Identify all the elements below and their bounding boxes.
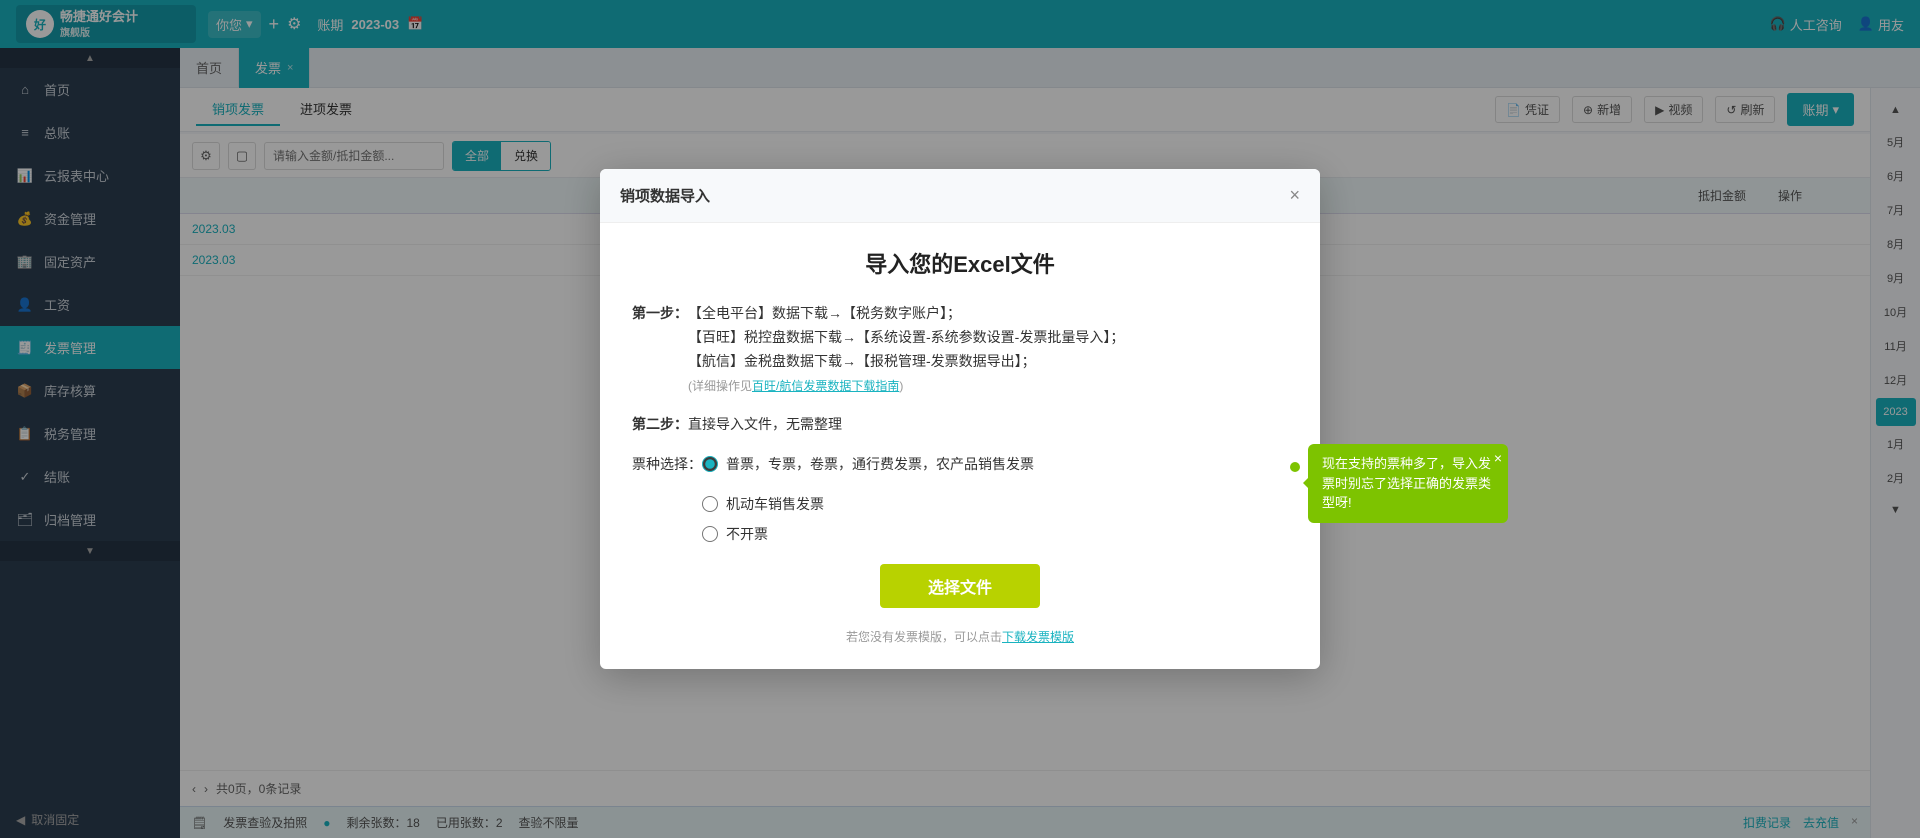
dialog-close-button[interactable]: ×: [1289, 185, 1300, 206]
modal-overlay: 销项数据导入 × 导入您的Excel文件 第一步： 【全电平台】数据下载→【税务…: [0, 0, 1920, 838]
ticket-label: 票种选择：: [632, 454, 702, 474]
step1-label: 第一步：: [632, 303, 688, 371]
radio-normal[interactable]: [702, 456, 718, 472]
radio-row-normal: 普票，专票，卷票，通行费发票，农产品销售发票: [702, 454, 1288, 474]
step1-lines: 【全电平台】数据下载→【税务数字账户】； 【百旺】税控盘数据下载→【系统设置-系…: [688, 303, 1124, 371]
step1-note-suffix: ): [899, 379, 903, 393]
dialog-main-title: 导入您的Excel文件: [632, 247, 1288, 279]
tooltip-bubble: × 现在支持的票种多了，导入发票时别忘了选择正确的发票类型呀!: [1308, 444, 1508, 523]
ticket-first-option-container: 普票，专票，卷票，通行费发票，农产品销售发票 × 现在支持的票种多了，导入发票时…: [702, 454, 1288, 484]
tooltip-dot: [1290, 462, 1300, 472]
step1-link[interactable]: 百旺/航信发票数据下载指南: [752, 379, 899, 393]
dialog-title: 销项数据导入: [620, 185, 710, 206]
select-file-button[interactable]: 选择文件: [880, 564, 1040, 608]
tooltip-close-btn[interactable]: ×: [1494, 448, 1502, 469]
ticket-label-row: 票种选择： 普票，专票，卷票，通行费发票，农产品销售发票 × 现在支持的票种多了…: [632, 454, 1288, 484]
radio-motor[interactable]: [702, 496, 718, 512]
tooltip-text: 现在支持的票种多了，导入发票时别忘了选择正确的发票类型呀!: [1322, 456, 1491, 510]
step1-note: (详细操作见百旺/航信发票数据下载指南): [632, 377, 1288, 394]
download-note-prefix: 若您没有发票模版，可以点击: [846, 630, 1002, 644]
radio-row-motor: 机动车销售发票: [702, 494, 1288, 514]
tooltip-arrow: [1298, 478, 1308, 488]
radio-normal-label: 普票，专票，卷票，通行费发票，农产品销售发票: [726, 454, 1034, 474]
import-dialog: 销项数据导入 × 导入您的Excel文件 第一步： 【全电平台】数据下载→【税务…: [600, 169, 1320, 669]
step1-row: 第一步： 【全电平台】数据下载→【税务数字账户】； 【百旺】税控盘数据下载→【系…: [632, 303, 1288, 371]
radio-row-noticket: 不开票: [702, 524, 1288, 544]
step2-block: 第二步： 直接导入文件，无需整理: [632, 414, 1288, 434]
step2-text: 直接导入文件，无需整理: [688, 414, 842, 434]
radio-motor-label: 机动车销售发票: [726, 494, 824, 514]
step1-note-prefix: (详细操作见: [688, 379, 752, 393]
dialog-body: 导入您的Excel文件 第一步： 【全电平台】数据下载→【税务数字账户】； 【百…: [600, 223, 1320, 669]
step1-block: 第一步： 【全电平台】数据下载→【税务数字账户】； 【百旺】税控盘数据下载→【系…: [632, 303, 1288, 394]
tooltip-container: × 现在支持的票种多了，导入发票时别忘了选择正确的发票类型呀!: [1308, 444, 1508, 523]
radio-noticket-label: 不开票: [726, 524, 768, 544]
step2-label: 第二步：: [632, 414, 688, 434]
download-template-link[interactable]: 下载发票模版: [1002, 630, 1074, 644]
radio-noticket[interactable]: [702, 526, 718, 542]
step1-line2: 【百旺】税控盘数据下载→【系统设置-系统参数设置-发票批量导入】；: [688, 327, 1124, 347]
dialog-header: 销项数据导入 ×: [600, 169, 1320, 223]
download-note: 若您没有发票模版，可以点击下载发票模版: [632, 628, 1288, 645]
ticket-selection: 票种选择： 普票，专票，卷票，通行费发票，农产品销售发票 × 现在支持的票种多了…: [632, 454, 1288, 544]
step1-line1: 【全电平台】数据下载→【税务数字账户】；: [688, 303, 1124, 323]
step1-line3: 【航信】金税盘数据下载→【报税管理-发票数据导出】；: [688, 351, 1124, 371]
